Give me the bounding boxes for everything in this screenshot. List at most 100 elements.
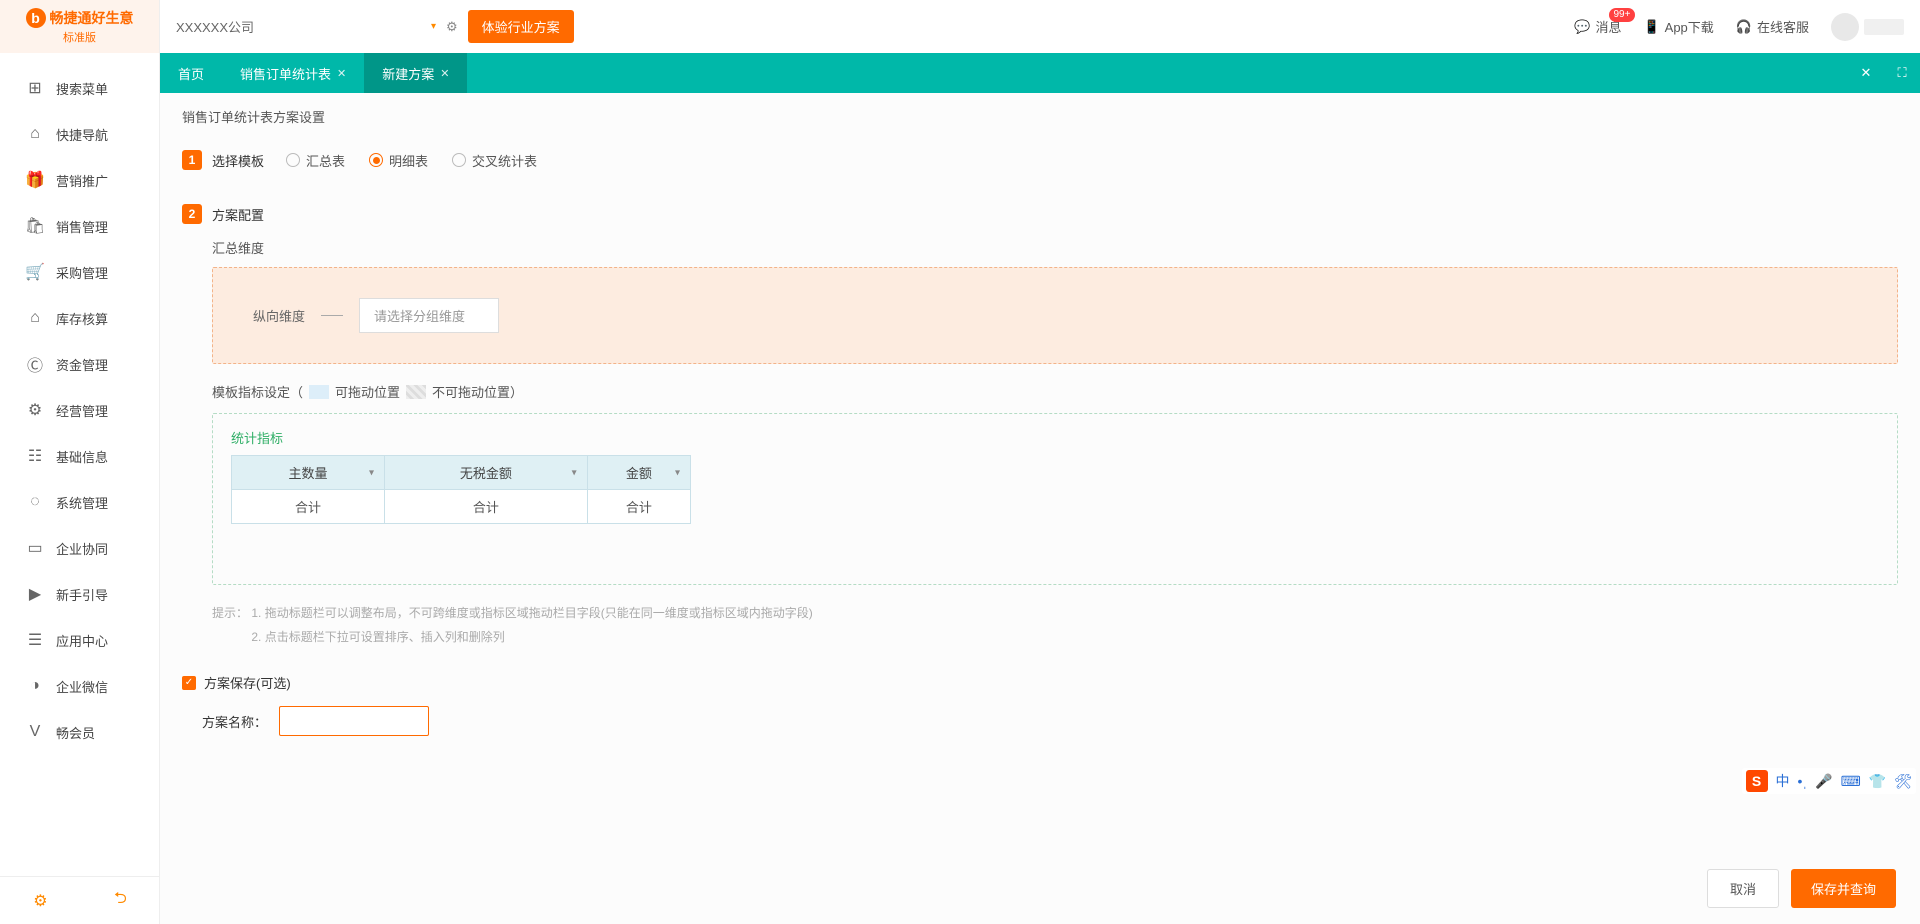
radio-icon xyxy=(286,153,300,167)
save-plan-label: 方案保存(可选) xyxy=(204,673,291,692)
dimension-box: 纵向维度 请选择分组维度 xyxy=(212,267,1898,364)
collapse-icon[interactable]: ⮌ xyxy=(114,887,127,914)
nav-icon: 🛍 xyxy=(26,217,44,235)
nav-item-2[interactable]: 🎁营销推广 xyxy=(0,157,159,203)
nav-label: 经营管理 xyxy=(56,401,108,420)
nav-item-9[interactable]: ◌系统管理 xyxy=(0,479,159,525)
nav-item-1[interactable]: ⌂快捷导航 xyxy=(0,111,159,157)
ime-punct-icon[interactable]: •ˌ xyxy=(1798,773,1808,789)
chevron-down-icon: ▾ xyxy=(369,467,374,478)
step2-row: 2 方案配置 xyxy=(182,204,1898,224)
settings-icon[interactable]: ⚙ xyxy=(33,891,47,911)
save-plan-checkbox[interactable]: ✓ xyxy=(182,676,196,690)
user-menu[interactable] xyxy=(1831,13,1904,41)
legend-prefix: 模板指标设定（ xyxy=(212,382,303,401)
sidebar: b 畅捷通好生意 标准版 ⊞搜索菜单⌂快捷导航🎁营销推广🛍销售管理🛒采购管理⌂库… xyxy=(0,0,160,924)
nav-item-7[interactable]: ⚙ 经营管理 xyxy=(0,387,159,433)
tips: 提示： 1. 拖动标题栏可以调整布局，不可跨维度或指标区域拖动栏目字段(只能在同… xyxy=(212,597,1898,667)
nav-item-10[interactable]: ▭ 企业协同 xyxy=(0,525,159,571)
radio-label: 汇总表 xyxy=(306,151,345,170)
indicator-cell: 合计 xyxy=(587,490,690,524)
nav-icon: ▶ xyxy=(26,585,44,603)
chevron-down-icon: ▾ xyxy=(572,467,577,478)
cancel-button[interactable]: 取消 xyxy=(1707,869,1779,908)
template-radio-0[interactable]: 汇总表 xyxy=(286,151,345,170)
tab-0[interactable]: 首页 xyxy=(160,53,222,93)
logo-text: 畅捷通好生意 xyxy=(50,8,134,28)
tab-1[interactable]: 销售订单统计表✕ xyxy=(222,53,364,93)
dim-line xyxy=(321,315,343,316)
save-query-button[interactable]: 保存并查询 xyxy=(1791,869,1896,908)
nav-item-6[interactable]: Ⓒ资金管理 xyxy=(0,341,159,387)
tab-2[interactable]: 新建方案✕ xyxy=(364,53,467,93)
logo-icon: b xyxy=(26,8,46,28)
nav-list: ⊞搜索菜单⌂快捷导航🎁营销推广🛍销售管理🛒采购管理 ⌂ 库存核算 Ⓒ资金管理 ⚙ 经营管理… xyxy=(0,53,159,755)
app-download-link[interactable]: 📱 App下载 xyxy=(1643,17,1713,36)
nav-item-14[interactable]: V畅会员 xyxy=(0,709,159,755)
nav-item-4[interactable]: 🛒采购管理 xyxy=(0,249,159,295)
ime-logo-icon[interactable]: S xyxy=(1746,770,1768,792)
indicator-table: 主数量▾无税金额▾金额▾ 合计合计合计 xyxy=(231,455,691,524)
nav-icon: ☰ xyxy=(26,631,44,649)
gear-icon[interactable]: ⚙ xyxy=(446,19,458,35)
tab-label: 首页 xyxy=(178,64,204,83)
top-right: 💬 消息 99+ 📱 App下载 🎧 在线客服 xyxy=(1574,13,1904,41)
service-link[interactable]: 🎧 在线客服 xyxy=(1736,17,1809,36)
nav-item-11[interactable]: ▶ 新手引导 xyxy=(0,571,159,617)
app-label: App下载 xyxy=(1665,17,1714,36)
template-radio-1[interactable]: 明细表 xyxy=(369,151,428,170)
indicator-cell: 合计 xyxy=(232,490,385,524)
ime-skin-icon[interactable]: 👕 xyxy=(1869,773,1886,790)
message-badge: 99+ xyxy=(1609,8,1636,22)
nav-item-0[interactable]: ⊞搜索菜单 xyxy=(0,65,159,111)
nav-icon: ⚙ xyxy=(26,401,44,419)
phone-icon: 📱 xyxy=(1643,19,1659,35)
indicator-cell: 合计 xyxy=(385,490,588,524)
tab-close-icon[interactable]: ✕ xyxy=(337,67,346,80)
indicator-area: 统计指标 主数量▾无税金额▾金额▾ 合计合计合计 xyxy=(212,413,1898,585)
service-label: 在线客服 xyxy=(1757,17,1809,36)
nodrag-label: 不可拖动位置） xyxy=(432,382,523,401)
nodrag-swatch xyxy=(406,385,426,399)
sidebar-bottom: ⚙ ⮌ xyxy=(0,876,160,924)
message-icon: 💬 xyxy=(1574,19,1590,35)
nav-label: 库存核算 xyxy=(56,309,108,328)
nav-item-13[interactable]: ◑企业微信 xyxy=(0,663,159,709)
headset-icon: 🎧 xyxy=(1736,19,1752,35)
template-radio-2[interactable]: 交叉统计表 xyxy=(452,151,537,170)
template-radio-group: 汇总表 明细表 交叉统计表 xyxy=(286,151,537,170)
nav-label: 搜索菜单 xyxy=(56,79,108,98)
indicator-column-1[interactable]: 无税金额▾ xyxy=(385,456,588,490)
group-dimension-select[interactable]: 请选择分组维度 xyxy=(359,298,499,333)
nav-icon: ⌂ xyxy=(26,309,44,327)
chevron-down-icon: ▾ xyxy=(675,467,680,478)
ime-keyboard-icon[interactable]: ⌨ xyxy=(1841,773,1861,790)
nav-icon: ▭ xyxy=(26,539,44,557)
ime-mic-icon[interactable]: 🎤 xyxy=(1815,773,1832,790)
footer-buttons: 取消 保存并查询 xyxy=(1707,869,1896,908)
nav-item-5[interactable]: ⌂ 库存核算 xyxy=(0,295,159,341)
vertical-dim-label: 纵向维度 xyxy=(253,306,305,325)
nav-label: 企业微信 xyxy=(56,677,108,696)
close-all-tabs-button[interactable]: ✕ xyxy=(1848,53,1884,93)
ime-tool-icon[interactable]: 🛠 xyxy=(1894,773,1912,790)
experience-button[interactable]: 体验行业方案 xyxy=(468,10,574,43)
indicator-column-2[interactable]: 金额▾ xyxy=(587,456,690,490)
plan-name-input[interactable] xyxy=(279,706,429,736)
nav-label: 新手引导 xyxy=(56,585,108,604)
summary-dim-title: 汇总维度 xyxy=(212,238,1898,257)
ime-lang[interactable]: 中 xyxy=(1776,771,1790,791)
indicator-column-0[interactable]: 主数量▾ xyxy=(232,456,385,490)
nav-item-8[interactable]: ☷基础信息 xyxy=(0,433,159,479)
plan-name-row: 方案名称： xyxy=(160,692,1920,776)
nav-item-3[interactable]: 🛍销售管理 xyxy=(0,203,159,249)
nav-label: 企业协同 xyxy=(56,539,108,558)
page-title: 销售订单统计表方案设置 xyxy=(160,93,1920,136)
message-link[interactable]: 💬 消息 99+ xyxy=(1574,17,1621,36)
tab-close-icon[interactable]: ✕ xyxy=(440,67,449,80)
nav-item-12[interactable]: ☰应用中心 xyxy=(0,617,159,663)
company-select[interactable]: XXXXXX公司 ▾ xyxy=(176,17,436,36)
nav-label: 系统管理 xyxy=(56,493,108,512)
fullscreen-button[interactable]: ⛶ xyxy=(1884,53,1920,93)
radio-label: 明细表 xyxy=(389,151,428,170)
